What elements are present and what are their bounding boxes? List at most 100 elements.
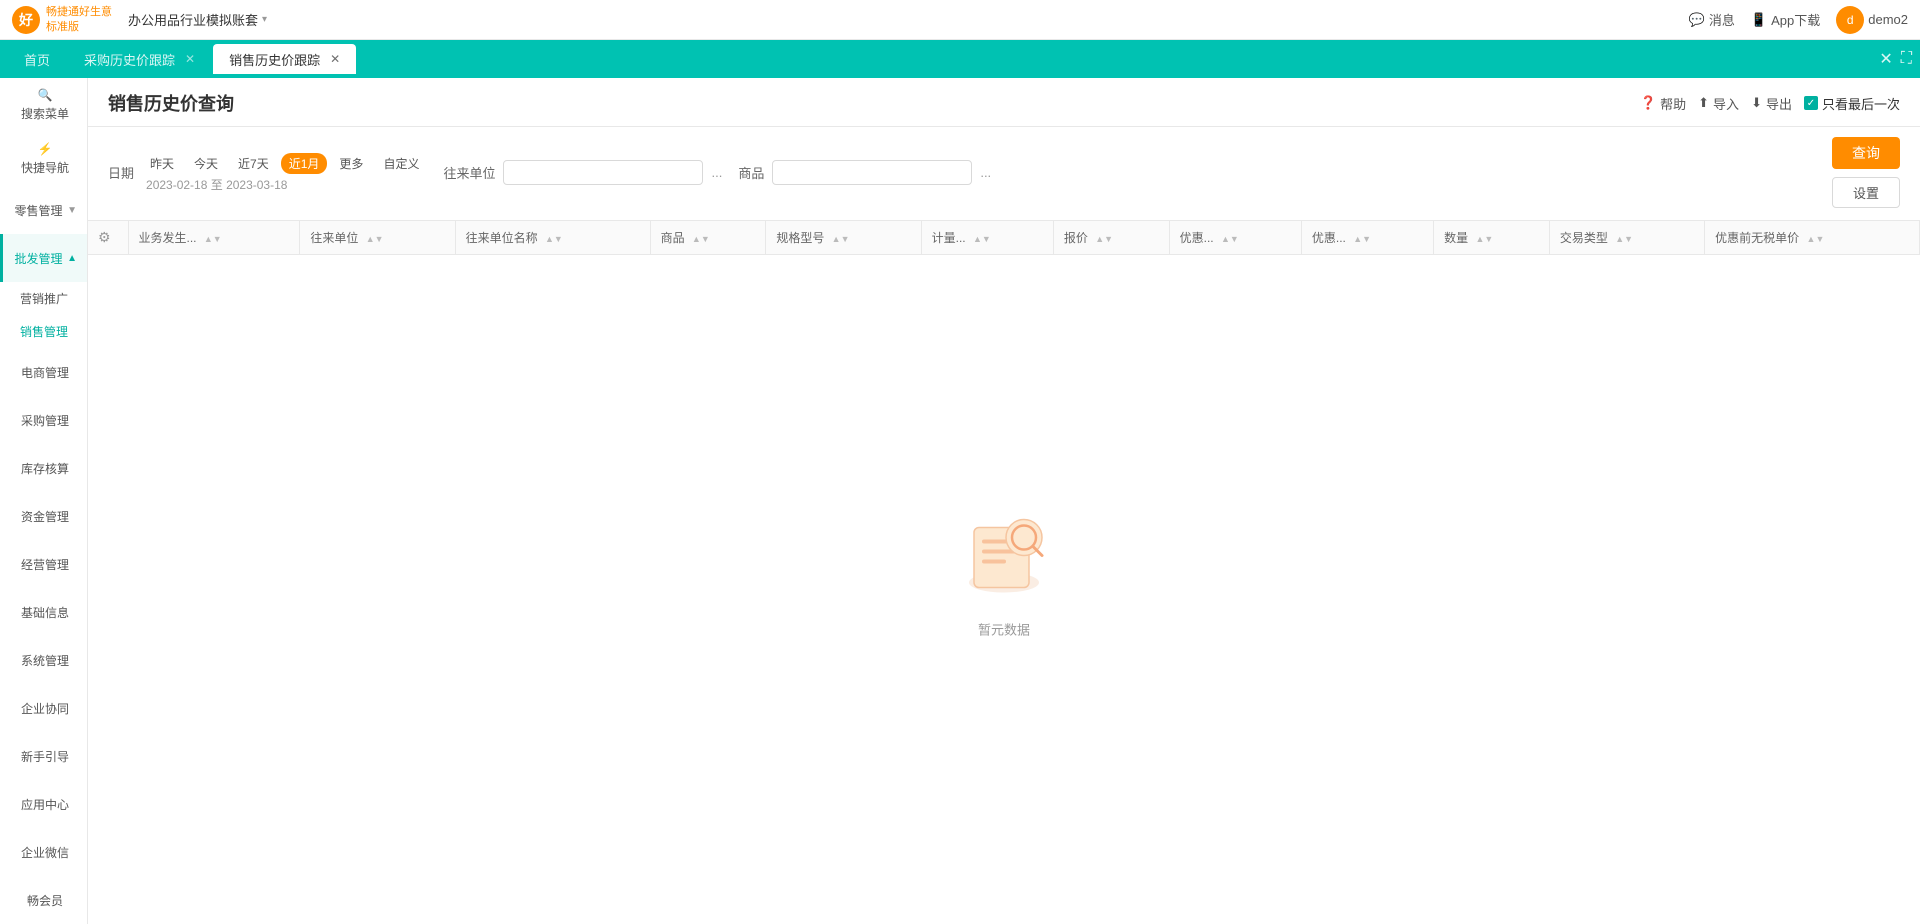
filter-bar: 日期 昨天 今天 近7天 近1月 更多 自定义 2023-02-18 至 202…: [88, 127, 1920, 221]
th-product[interactable]: 商品 ▲▼: [650, 221, 766, 255]
sidebar-item-purchase-mgmt[interactable]: 采购管理: [0, 396, 87, 444]
th-discount2[interactable]: 优惠... ▲▼: [1301, 221, 1433, 255]
sidebar-item-wholesale-mgmt[interactable]: 批发管理 ▲: [0, 234, 87, 282]
sort-icon[interactable]: ▲▼: [366, 234, 384, 244]
sidebar: 🔍 搜索菜单 ⚡ 快捷导航 零售管理 ▼ 批发管理 ▲ 营销推广 销售管理 电商…: [0, 78, 88, 924]
date-btn-more[interactable]: 更多: [331, 153, 371, 174]
sort-icon[interactable]: ▲▼: [1221, 234, 1239, 244]
top-bar-right: 💬 消息 📱 App下载 d demo2: [1689, 6, 1908, 34]
sidebar-item-finance-mgmt[interactable]: 资金管理: [0, 492, 87, 540]
th-settings: ⚙: [88, 221, 128, 255]
chevron-down-icon: ▾: [262, 14, 267, 25]
maximize-icon[interactable]: ⛶: [1901, 50, 1912, 68]
top-bar: 好 畅捷通好生意 标准版 办公用品行业模拟账套 ▾ 💬 消息 📱 App下载 d…: [0, 0, 1920, 40]
date-btn-custom[interactable]: 自定义: [375, 153, 427, 174]
user-profile[interactable]: d demo2: [1836, 6, 1908, 34]
date-btn-7days[interactable]: 近7天: [230, 153, 277, 174]
th-transaction-type[interactable]: 交易类型 ▲▼: [1549, 221, 1704, 255]
message-icon: 💬: [1689, 12, 1705, 28]
logo-icon: 好: [12, 6, 40, 34]
tab-sales-close-icon[interactable]: ✕: [330, 52, 340, 66]
sidebar-item-basic-info[interactable]: 基础信息: [0, 588, 87, 636]
tab-home[interactable]: 首页: [8, 44, 66, 74]
sidebar-item-operations-mgmt[interactable]: 经营管理: [0, 540, 87, 588]
date-btn-yesterday[interactable]: 昨天: [142, 153, 182, 174]
sidebar-item-sales-mgmt[interactable]: 销售管理: [0, 315, 87, 348]
th-pre-discount-price[interactable]: 优惠前无税单价 ▲▼: [1705, 221, 1920, 255]
date-range-display: 2023-02-18 至 2023-03-18: [146, 176, 427, 193]
sort-icon[interactable]: ▲▼: [545, 234, 563, 244]
content-area: 销售历史价查询 ❓ 帮助 ⬆ 导入 ⬇ 导出 ✓: [88, 78, 1920, 924]
sort-icon[interactable]: ▲▼: [1807, 234, 1825, 244]
import-button[interactable]: ⬆ 导入: [1698, 94, 1739, 113]
sidebar-item-new-user-guide[interactable]: 新手引导: [0, 732, 87, 780]
th-quantity[interactable]: 数量 ▲▼: [1434, 221, 1550, 255]
sort-icon[interactable]: ▲▼: [832, 234, 850, 244]
page-title-row: 销售历史价查询 ❓ 帮助 ⬆ 导入 ⬇ 导出 ✓: [108, 90, 1900, 116]
sort-icon[interactable]: ▲▼: [1095, 234, 1113, 244]
export-icon: ⬇: [1751, 95, 1762, 111]
only-latest-checkbox[interactable]: ✓: [1804, 96, 1818, 110]
import-icon: ⬆: [1698, 95, 1709, 111]
sidebar-item-search-menu[interactable]: 🔍 搜索菜单: [0, 78, 87, 132]
product-filter-group: 商品 ...: [738, 160, 991, 185]
wholesale-chevron-icon: ▲: [67, 253, 77, 264]
logo-text: 畅捷通好生意 标准版: [46, 5, 112, 34]
message-button[interactable]: 💬 消息: [1689, 10, 1735, 29]
sidebar-item-ecommerce-mgmt[interactable]: 电商管理: [0, 348, 87, 396]
th-partner-name[interactable]: 往来单位名称 ▲▼: [455, 221, 650, 255]
export-button[interactable]: ⬇ 导出: [1751, 94, 1792, 113]
sort-icon[interactable]: ▲▼: [692, 234, 710, 244]
table-container: ⚙ 业务发生... ▲▼ 往来单位 ▲▼ 往来单位名称 ▲▼: [88, 221, 1920, 924]
sort-icon[interactable]: ▲▼: [973, 234, 991, 244]
tab-bar-right: ✕ ⛶: [1879, 49, 1912, 69]
th-biz-date[interactable]: 业务发生... ▲▼: [128, 221, 300, 255]
product-filter-input[interactable]: [772, 160, 972, 185]
empty-text: 暂元数据: [978, 619, 1030, 638]
product-filter-label: 商品: [738, 163, 764, 182]
avatar: d: [1836, 6, 1864, 34]
app-selector[interactable]: 办公用品行业模拟账套 ▾: [120, 6, 275, 33]
gear-icon[interactable]: ⚙: [98, 229, 111, 245]
sidebar-item-enterprise-wechat[interactable]: 企业微信: [0, 828, 87, 876]
close-tab-icon[interactable]: ✕: [1879, 49, 1892, 69]
date-filter-label: 日期: [108, 163, 134, 182]
sort-icon[interactable]: ▲▼: [1615, 234, 1633, 244]
partner-filter-group: 往来单位 ...: [443, 160, 722, 185]
product-filter-dots[interactable]: ...: [980, 165, 991, 180]
th-spec[interactable]: 规格型号 ▲▼: [766, 221, 921, 255]
sort-icon[interactable]: ▲▼: [1353, 234, 1371, 244]
sort-icon[interactable]: ▲▼: [204, 234, 222, 244]
th-discount1[interactable]: 优惠... ▲▼: [1169, 221, 1301, 255]
th-unit[interactable]: 计量... ▲▼: [921, 221, 1053, 255]
logo-area: 好 畅捷通好生意 标准版: [12, 5, 112, 34]
date-filter-group: 日期 昨天 今天 近7天 近1月 更多 自定义 2023-02-18 至 202…: [108, 153, 427, 193]
tab-purchase-history[interactable]: 采购历史价跟踪 ✕: [68, 44, 211, 74]
date-btn-1month[interactable]: 近1月: [281, 153, 328, 174]
th-quoted-price[interactable]: 报价 ▲▼: [1053, 221, 1169, 255]
sidebar-item-enterprise-collab[interactable]: 企业协同: [0, 684, 87, 732]
app-download-button[interactable]: 📱 App下载: [1751, 10, 1820, 29]
sidebar-item-shortcut-nav[interactable]: ⚡ 快捷导航: [0, 132, 87, 186]
sort-icon[interactable]: ▲▼: [1475, 234, 1493, 244]
sidebar-item-marketing[interactable]: 营销推广: [0, 282, 87, 315]
settings-button[interactable]: 设置: [1832, 177, 1900, 208]
partner-filter-input[interactable]: [503, 160, 703, 185]
sidebar-item-member[interactable]: 畅会员: [0, 876, 87, 924]
search-icon: 🔍: [38, 88, 53, 102]
main-layout: 🔍 搜索菜单 ⚡ 快捷导航 零售管理 ▼ 批发管理 ▲ 营销推广 销售管理 电商…: [0, 78, 1920, 924]
sidebar-item-retail-mgmt[interactable]: 零售管理 ▼: [0, 186, 87, 234]
date-btn-today[interactable]: 今天: [186, 153, 226, 174]
sidebar-item-system-mgmt[interactable]: 系统管理: [0, 636, 87, 684]
tab-sales-history[interactable]: 销售历史价跟踪 ✕: [213, 44, 356, 74]
partner-filter-dots[interactable]: ...: [711, 165, 722, 180]
only-latest-checkbox-label[interactable]: ✓ 只看最后一次: [1804, 94, 1900, 113]
tab-purchase-close-icon[interactable]: ✕: [185, 52, 195, 66]
th-partner-code[interactable]: 往来单位 ▲▼: [300, 221, 455, 255]
sidebar-item-inventory[interactable]: 库存核算: [0, 444, 87, 492]
sidebar-item-app-center[interactable]: 应用中心: [0, 780, 87, 828]
query-button[interactable]: 查询: [1832, 137, 1900, 169]
page-title: 销售历史价查询: [108, 90, 234, 116]
help-button[interactable]: ❓ 帮助: [1640, 94, 1686, 113]
data-table: ⚙ 业务发生... ▲▼ 往来单位 ▲▼ 往来单位名称 ▲▼: [88, 221, 1920, 255]
